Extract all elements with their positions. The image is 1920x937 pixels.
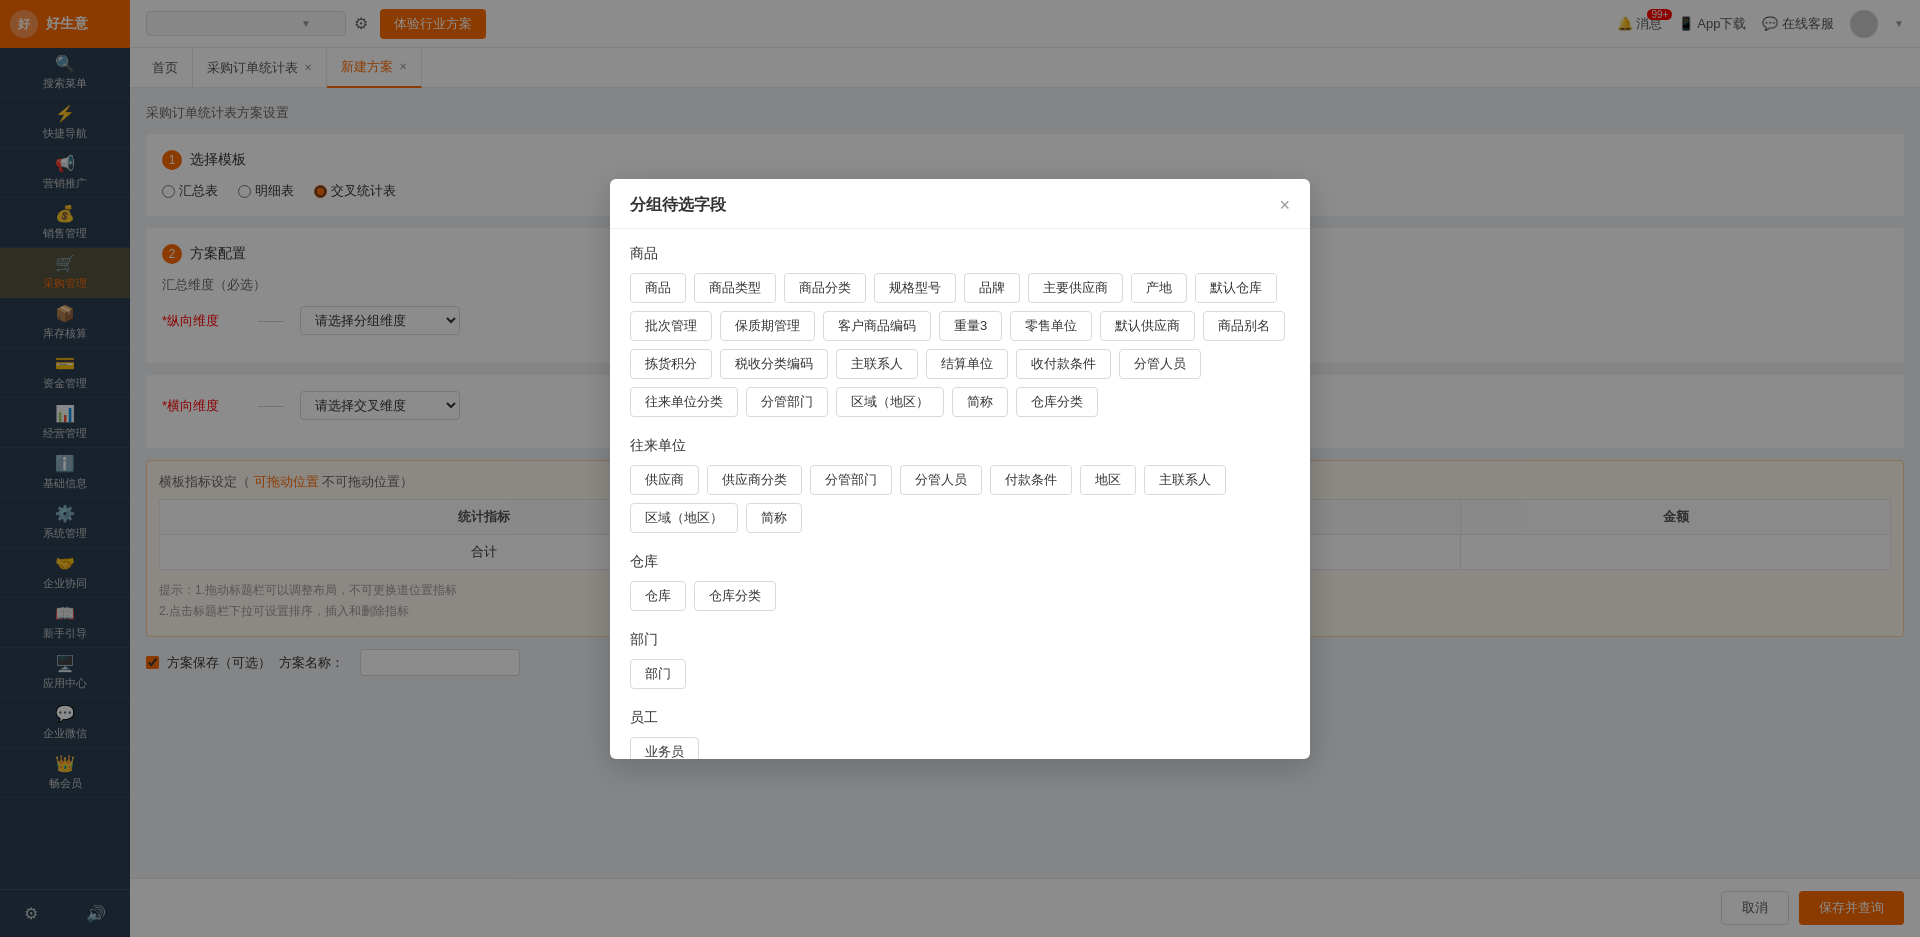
modal-title: 分组待选字段 [630, 195, 726, 216]
field-tags-1: 供应商供应商分类分管部门分管人员付款条件地区主联系人区域（地区） 简称 [630, 465, 1290, 533]
modal-close-button[interactable]: × [1279, 196, 1290, 214]
field-tag-1-6[interactable]: 主联系人 [1144, 465, 1226, 495]
field-tag-0-3[interactable]: 规格型号 [874, 273, 956, 303]
field-group-部门: 部门部门 [630, 631, 1290, 689]
field-tag-0-19[interactable]: 收付款条件 [1016, 349, 1111, 379]
field-tag-0-9[interactable]: 保质期管理 [720, 311, 815, 341]
field-tags-0: 商品商品类型商品分类规格型号品牌主要供应商产地默认仓库批次管理保质期管理客户商品… [630, 273, 1290, 417]
field-tag-0-15[interactable]: 拣货积分 [630, 349, 712, 379]
field-tag-0-12[interactable]: 零售单位 [1010, 311, 1092, 341]
field-group-商品: 商品商品商品类型商品分类规格型号品牌主要供应商产地默认仓库批次管理保质期管理客户… [630, 245, 1290, 417]
field-group-title-2: 仓库 [630, 553, 1290, 571]
field-tag-0-11[interactable]: 重量3 [939, 311, 1002, 341]
field-tag-0-23[interactable]: 区域（地区） [836, 387, 944, 417]
field-tag-0-8[interactable]: 批次管理 [630, 311, 712, 341]
field-group-title-0: 商品 [630, 245, 1290, 263]
field-group-title-3: 部门 [630, 631, 1290, 649]
field-tag-0-20[interactable]: 分管人员 [1119, 349, 1201, 379]
field-group-往来单位: 往来单位供应商供应商分类分管部门分管人员付款条件地区主联系人区域（地区） 简称 [630, 437, 1290, 533]
field-tag-0-24[interactable]: 简称 [952, 387, 1008, 417]
field-tag-0-5[interactable]: 主要供应商 [1028, 273, 1123, 303]
field-tag-0-10[interactable]: 客户商品编码 [823, 311, 931, 341]
field-tag-0-7[interactable]: 默认仓库 [1195, 273, 1277, 303]
field-tag-1-1[interactable]: 供应商分类 [707, 465, 802, 495]
field-tag-0-18[interactable]: 结算单位 [926, 349, 1008, 379]
field-tag-0-22[interactable]: 分管部门 [746, 387, 828, 417]
field-tag-1-0[interactable]: 供应商 [630, 465, 699, 495]
field-tag-2-1[interactable]: 仓库分类 [694, 581, 776, 611]
field-group-title-4: 员工 [630, 709, 1290, 727]
field-tags-3: 部门 [630, 659, 1290, 689]
field-tag-1-4[interactable]: 付款条件 [990, 465, 1072, 495]
field-tag-0-21[interactable]: 往来单位分类 [630, 387, 738, 417]
field-group-title-1: 往来单位 [630, 437, 1290, 455]
field-tag-0-6[interactable]: 产地 [1131, 273, 1187, 303]
field-tag-4-0[interactable]: 业务员 [630, 737, 699, 759]
field-tag-1-8[interactable]: 简称 [746, 503, 802, 533]
field-tag-1-7[interactable]: 区域（地区） [630, 503, 738, 533]
field-group-仓库: 仓库仓库仓库分类 [630, 553, 1290, 611]
field-tag-0-4[interactable]: 品牌 [964, 273, 1020, 303]
field-group-员工: 员工业务员 [630, 709, 1290, 759]
field-tag-0-16[interactable]: 税收分类编码 [720, 349, 828, 379]
field-tag-1-2[interactable]: 分管部门 [810, 465, 892, 495]
field-tag-1-3[interactable]: 分管人员 [900, 465, 982, 495]
field-tag-0-13[interactable]: 默认供应商 [1100, 311, 1195, 341]
field-tag-0-0[interactable]: 商品 [630, 273, 686, 303]
field-tag-2-0[interactable]: 仓库 [630, 581, 686, 611]
field-tags-4: 业务员 [630, 737, 1290, 759]
field-tag-0-14[interactable]: 商品别名 [1203, 311, 1285, 341]
modal-dialog: 分组待选字段 × 商品商品商品类型商品分类规格型号品牌主要供应商产地默认仓库批次… [610, 179, 1310, 759]
field-tag-0-25[interactable]: 仓库分类 [1016, 387, 1098, 417]
modal-header: 分组待选字段 × [610, 179, 1310, 229]
field-tag-1-5[interactable]: 地区 [1080, 465, 1136, 495]
field-tag-0-2[interactable]: 商品分类 [784, 273, 866, 303]
modal-overlay: 分组待选字段 × 商品商品商品类型商品分类规格型号品牌主要供应商产地默认仓库批次… [0, 0, 1920, 937]
field-tag-0-1[interactable]: 商品类型 [694, 273, 776, 303]
modal-body: 商品商品商品类型商品分类规格型号品牌主要供应商产地默认仓库批次管理保质期管理客户… [610, 229, 1310, 759]
field-tag-0-17[interactable]: 主联系人 [836, 349, 918, 379]
field-tags-2: 仓库仓库分类 [630, 581, 1290, 611]
field-tag-3-0[interactable]: 部门 [630, 659, 686, 689]
